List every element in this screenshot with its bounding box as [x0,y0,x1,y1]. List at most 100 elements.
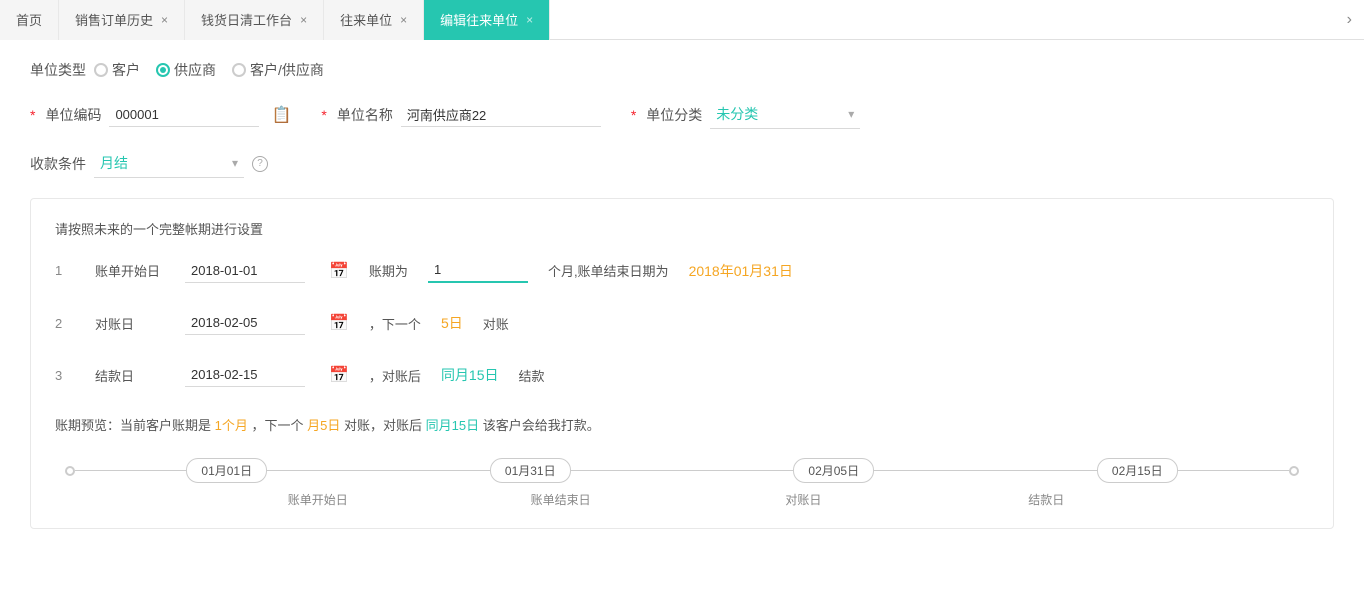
tab-sales-history[interactable]: 销售订单历史 × [59,0,185,40]
unit-category-arrow-icon: ▾ [848,107,854,121]
tab-edit-partner[interactable]: 编辑往来单位 × [424,0,550,40]
settlement-desc-suffix: 结款 [519,366,545,385]
unit-type-item: 单位类型 客户 供应商 客户/供应商 [30,60,324,80]
unit-name-input[interactable] [401,103,601,127]
timeline-container: 01月01日 01月31日 02月05日 02月15日 [55,458,1309,508]
reconcile-desc-prefix: ，下一个 [369,314,421,333]
payment-terms-arrow-icon: ▾ [232,156,238,170]
unit-type-label: 单位类型 [30,60,86,80]
timeline-pill-2: 01月31日 [490,458,571,483]
timeline-label-2: 账单结束日 [531,491,591,508]
timeline-track: 01月01日 01月31日 02月05日 02月15日 [65,458,1299,483]
row-num-1: 1 [55,263,75,278]
unit-info-row: * 单位编码 📋 * 单位名称 * 单位分类 未分类 ▾ [30,100,1334,129]
tab-cash-workbench[interactable]: 钱货日清工作台 × [185,0,324,40]
reconcile-date-input[interactable] [185,311,305,335]
start-date-input[interactable] [185,259,305,283]
period-label: 账期为 [369,261,408,280]
timeline-end-dot [1289,466,1299,476]
tab-close-sales-history[interactable]: × [161,13,168,27]
unit-name-item: * 单位名称 [321,103,600,127]
reconcile-desc-highlight: 5日 [441,313,463,333]
payment-terms-row: 收款条件 月结 ▾ ? [30,149,1334,178]
preview-mid: ，下一个 [252,418,304,433]
unit-category-value: 未分类 [716,104,842,124]
settings-panel: 请按照未来的一个完整帐期进行设置 1 账单开始日 📅 账期为 个月,账单结束日期… [30,198,1334,529]
unit-code-scan-icon[interactable]: 📋 [271,105,291,125]
tab-more-button[interactable]: › [1335,11,1364,29]
tab-close-partner-unit[interactable]: × [400,13,407,27]
reconciliation-row: 2 对账日 📅 ，下一个 5日 对账 [55,311,1309,335]
tab-home[interactable]: 首页 [0,0,59,40]
unit-code-required: * [30,107,35,123]
unit-name-required: * [321,107,326,123]
payment-terms-value: 月结 [100,153,226,173]
timeline-node-4: 02月15日 [1097,458,1178,483]
tab-close-cash-workbench[interactable]: × [300,13,307,27]
timeline-node-3: 02月05日 [793,458,874,483]
radio-circle-supplier [156,63,170,77]
radio-group-unit-type: 客户 供应商 客户/供应商 [94,60,324,80]
settlement-desc-highlight: 同月15日 [441,365,499,385]
period-value-input[interactable] [428,258,528,283]
timeline-pill-1: 01月01日 [186,458,267,483]
radio-circle-both [232,63,246,77]
timeline-line-1 [75,470,186,471]
row-label-3: 结款日 [95,366,165,385]
preview-text: 账期预览：当前客户账期是 1个月 ，下一个 月5日 对账，对账后 同月15日 该… [55,415,1309,434]
radio-label-both: 客户/供应商 [250,60,324,80]
settlement-date-input[interactable] [185,363,305,387]
unit-category-label: 单位分类 [646,105,702,125]
row-num-3: 3 [55,368,75,383]
row-label-1: 账单开始日 [95,261,165,280]
timeline-start-dot [65,466,75,476]
timeline-label-4: 结款日 [1028,491,1064,508]
radio-supplier[interactable]: 供应商 [156,60,216,80]
main-content: 单位类型 客户 供应商 客户/供应商 * 单位编码 [0,40,1364,608]
period-unit: 个月,账单结束日期为 [548,261,669,280]
reconcile-date-cal-icon[interactable]: 📅 [329,313,349,333]
timeline-line-5 [1178,470,1289,471]
preview-mid2: 对账，对账后 [344,418,422,433]
preview-date: 月5日 [307,418,340,433]
timeline-node-1: 01月01日 [186,458,267,483]
radio-circle-customer [94,63,108,77]
preview-suffix: 该客户会给我打款。 [483,418,600,433]
timeline-pill-4: 02月15日 [1097,458,1178,483]
panel-hint: 请按照未来的一个完整帐期进行设置 [55,219,1309,238]
unit-name-label: 单位名称 [337,105,393,125]
settlement-row: 3 结款日 📅 ，对账后 同月15日 结款 [55,363,1309,387]
tab-partner-unit[interactable]: 往来单位 × [324,0,424,40]
payment-terms-select[interactable]: 月结 ▾ [94,149,244,178]
unit-code-item: * 单位编码 📋 [30,103,291,127]
help-icon[interactable]: ? [252,156,268,172]
radio-label-supplier: 供应商 [174,60,216,80]
settlement-desc-prefix: ，对账后 [369,366,421,385]
timeline-label-1: 账单开始日 [288,491,348,508]
reconcile-desc-suffix: 对账 [483,314,509,333]
account-start-row: 1 账单开始日 📅 账期为 个月,账单结束日期为 2018年01月31日 [55,258,1309,283]
timeline-line-4 [874,470,1097,471]
timeline-label-3: 对账日 [785,491,821,508]
unit-code-label: 单位编码 [45,105,101,125]
timeline-line-2 [267,470,490,471]
radio-customer[interactable]: 客户 [94,60,140,80]
tab-close-edit-partner[interactable]: × [526,13,533,27]
settlement-date-cal-icon[interactable]: 📅 [329,365,349,385]
timeline-node-2: 01月31日 [490,458,571,483]
unit-category-item: * 单位分类 未分类 ▾ [631,100,860,129]
radio-label-customer: 客户 [112,60,140,80]
unit-category-select[interactable]: 未分类 ▾ [710,100,860,129]
timeline-line-3 [571,470,794,471]
unit-code-input[interactable] [109,103,259,127]
start-date-cal-icon[interactable]: 📅 [329,261,349,281]
row-label-2: 对账日 [95,314,165,333]
preview-teal: 同月15日 [426,418,479,433]
payment-terms-item: 收款条件 月结 ▾ ? [30,149,268,178]
timeline-labels: 账单开始日 账单结束日 对账日 结款日 [65,491,1299,508]
row-num-2: 2 [55,316,75,331]
payment-terms-label: 收款条件 [30,154,86,174]
unit-type-row: 单位类型 客户 供应商 客户/供应商 [30,60,1334,80]
preview-month: 1个月 [215,418,248,433]
radio-both[interactable]: 客户/供应商 [232,60,324,80]
